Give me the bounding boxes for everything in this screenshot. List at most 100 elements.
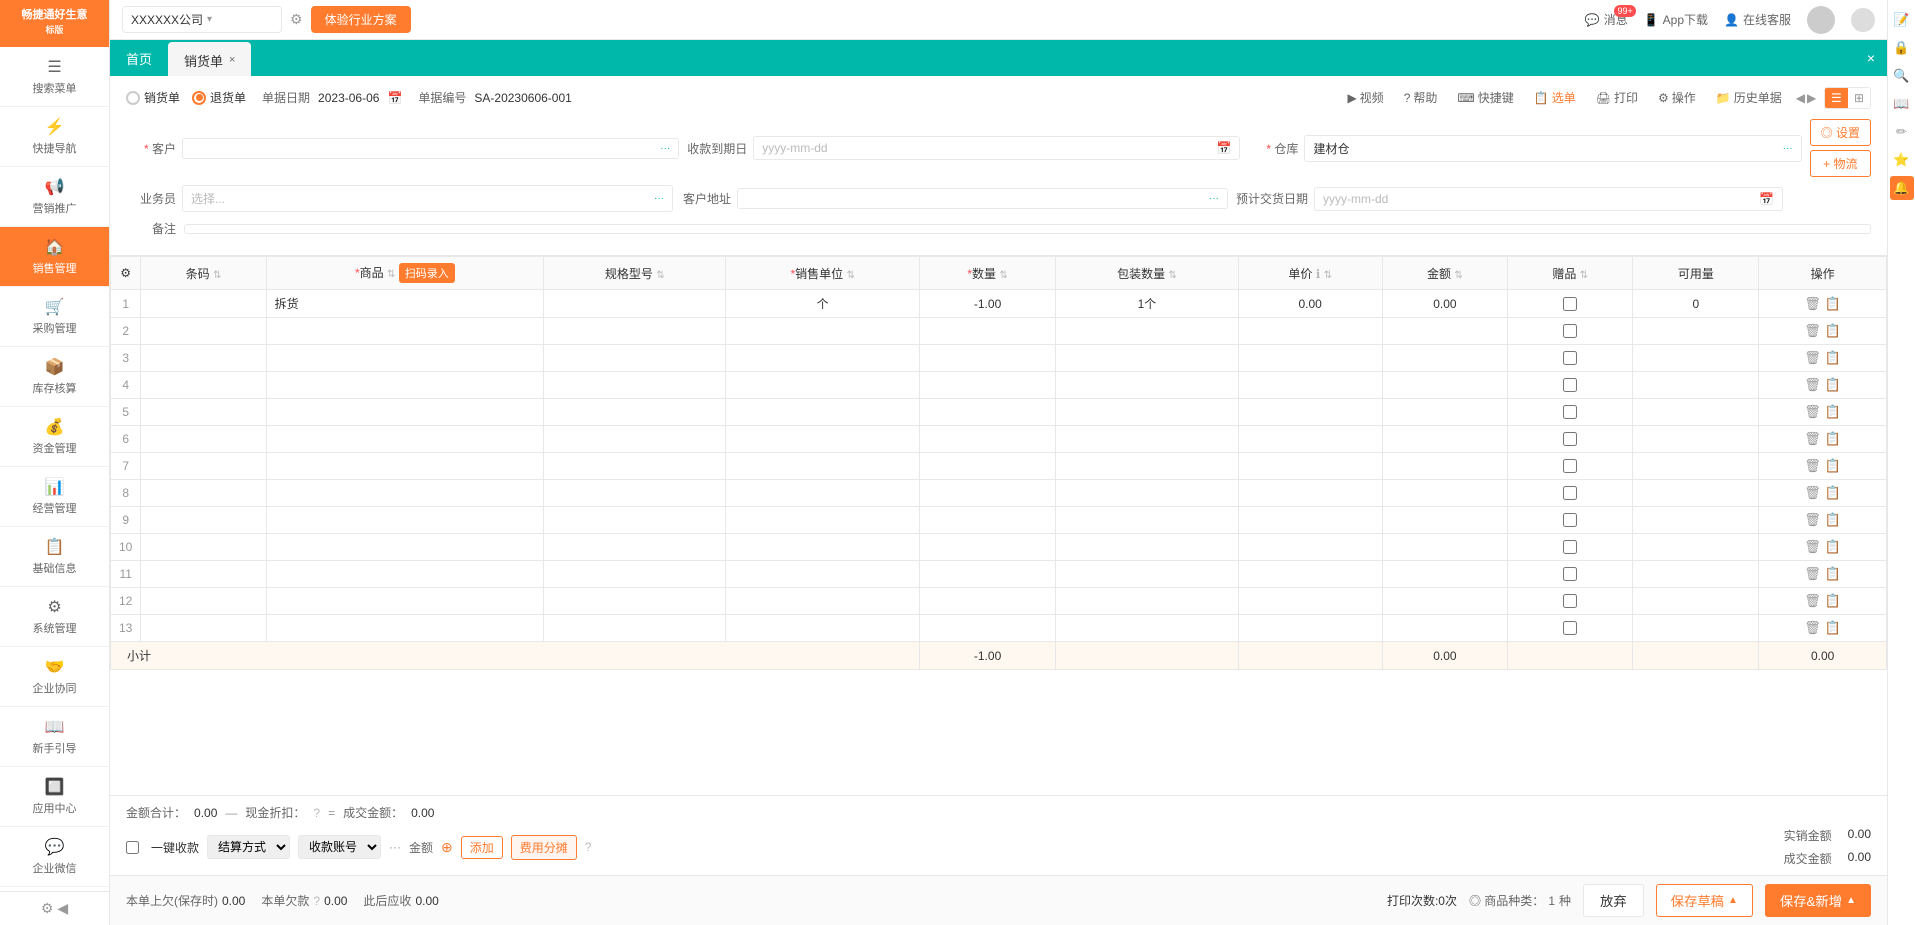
row-product[interactable]: 拆货: [266, 290, 543, 318]
right-panel-book-icon[interactable]: 📖: [1890, 92, 1914, 116]
save-new-button[interactable]: 保存&新增 ▲: [1765, 884, 1871, 917]
row-product[interactable]: [266, 372, 543, 399]
scan-button[interactable]: 扫码录入: [399, 263, 455, 283]
row-barcode[interactable]: [141, 507, 266, 534]
row-qty[interactable]: [919, 534, 1055, 561]
row-barcode[interactable]: [141, 426, 266, 453]
row-amount[interactable]: [1382, 345, 1507, 372]
row-product[interactable]: [266, 561, 543, 588]
row-gift[interactable]: [1508, 480, 1633, 507]
row-gift[interactable]: [1508, 345, 1633, 372]
row-gift[interactable]: [1508, 588, 1633, 615]
row-spec[interactable]: [544, 399, 726, 426]
logistics-button[interactable]: + 物流: [1810, 150, 1871, 177]
row-qty[interactable]: -1.00: [919, 290, 1055, 318]
expense-help-icon[interactable]: ?: [585, 840, 592, 854]
row-copy-icon[interactable]: 📋: [1825, 296, 1841, 312]
avatar[interactable]: [1807, 6, 1835, 34]
right-panel-search-icon[interactable]: 🔍: [1890, 64, 1914, 88]
row-product[interactable]: [266, 318, 543, 345]
arrears-help-icon[interactable]: ?: [313, 894, 320, 908]
row-unit[interactable]: [726, 615, 919, 642]
row-product[interactable]: [266, 426, 543, 453]
row-gift[interactable]: [1508, 318, 1633, 345]
row-copy-icon[interactable]: 📋: [1825, 323, 1841, 339]
row-barcode[interactable]: [141, 345, 266, 372]
row-delete-icon[interactable]: 🗑: [1804, 404, 1821, 420]
expected-date-input[interactable]: yyyy-mm-dd 📅: [1314, 187, 1783, 211]
row-qty[interactable]: [919, 561, 1055, 588]
next-arrow-icon[interactable]: ▶: [1807, 91, 1816, 105]
row-gift[interactable]: [1508, 453, 1633, 480]
row-product[interactable]: [266, 507, 543, 534]
row-delete-icon[interactable]: 🗑: [1804, 566, 1821, 582]
row-unit[interactable]: [726, 534, 919, 561]
row-delete-icon[interactable]: 🗑: [1804, 458, 1821, 474]
save-draft-button[interactable]: 保存草稿 ▲: [1656, 884, 1753, 917]
sort-price-icon[interactable]: ⇅: [1324, 270, 1332, 281]
row-copy-icon[interactable]: 📋: [1825, 593, 1841, 609]
row-qty[interactable]: [919, 480, 1055, 507]
row-spec[interactable]: [544, 290, 726, 318]
customer-input[interactable]: ···: [182, 138, 679, 159]
row-amount[interactable]: [1382, 480, 1507, 507]
row-amount[interactable]: [1382, 372, 1507, 399]
row-price[interactable]: 0.00: [1238, 290, 1382, 318]
row-pack-qty[interactable]: [1056, 480, 1238, 507]
row-pack-qty[interactable]: [1056, 615, 1238, 642]
sidebar-settings-icon[interactable]: ⚙: [41, 900, 54, 917]
row-qty[interactable]: [919, 615, 1055, 642]
row-gift[interactable]: [1508, 290, 1633, 318]
sort-spec-icon[interactable]: ⇅: [656, 270, 664, 281]
row-gift[interactable]: [1508, 372, 1633, 399]
row-price[interactable]: [1238, 399, 1382, 426]
right-panel-lock-icon[interactable]: 🔒: [1890, 36, 1914, 60]
row-copy-icon[interactable]: 📋: [1825, 485, 1841, 501]
row-spec[interactable]: [544, 534, 726, 561]
row-copy-icon[interactable]: 📋: [1825, 431, 1841, 447]
row-spec[interactable]: [544, 561, 726, 588]
action-select[interactable]: 📋 选单: [1528, 86, 1582, 109]
sidebar-item-inventory[interactable]: 📦库存核算: [0, 347, 109, 407]
expense-split-button[interactable]: 费用分摊: [511, 835, 577, 860]
row-amount[interactable]: [1382, 561, 1507, 588]
th-gear[interactable]: ⚙: [111, 257, 141, 290]
row-amount[interactable]: [1382, 507, 1507, 534]
sidebar-item-sales[interactable]: 🏠销售管理: [0, 227, 109, 287]
row-qty[interactable]: [919, 453, 1055, 480]
sort-gift-icon[interactable]: ⇅: [1580, 270, 1588, 281]
sort-unit-icon[interactable]: ⇅: [846, 270, 854, 281]
row-delete-icon[interactable]: 🗑: [1804, 431, 1821, 447]
row-delete-icon[interactable]: 🗑: [1804, 350, 1821, 366]
row-barcode[interactable]: [141, 399, 266, 426]
sidebar-item-marketing[interactable]: 📢营销推广: [0, 167, 109, 227]
row-gift[interactable]: [1508, 534, 1633, 561]
row-pack-qty[interactable]: [1056, 588, 1238, 615]
add-button[interactable]: 添加: [461, 836, 503, 859]
row-spec[interactable]: [544, 426, 726, 453]
row-spec[interactable]: [544, 480, 726, 507]
right-panel-edit-icon[interactable]: 📝: [1890, 8, 1914, 32]
row-unit[interactable]: [726, 480, 919, 507]
action-print[interactable]: 🖨 打印: [1590, 86, 1644, 109]
row-delete-icon[interactable]: 🗑: [1804, 539, 1821, 555]
row-spec[interactable]: [544, 615, 726, 642]
row-barcode[interactable]: [141, 615, 266, 642]
row-product[interactable]: [266, 588, 543, 615]
sidebar-item-basic-info[interactable]: 📋基础信息: [0, 527, 109, 587]
row-price[interactable]: [1238, 480, 1382, 507]
row-barcode[interactable]: [141, 453, 266, 480]
row-price[interactable]: [1238, 588, 1382, 615]
row-delete-icon[interactable]: 🗑: [1804, 593, 1821, 609]
sidebar-item-app-center[interactable]: 🔲应用中心: [0, 767, 109, 827]
row-amount[interactable]: [1382, 399, 1507, 426]
row-product[interactable]: [266, 480, 543, 507]
row-gift[interactable]: [1508, 399, 1633, 426]
row-copy-icon[interactable]: 📋: [1825, 620, 1841, 636]
row-amount[interactable]: [1382, 318, 1507, 345]
tab-bar-close-icon[interactable]: ×: [1867, 50, 1875, 66]
sidebar-item-purchase[interactable]: 🛒采购管理: [0, 287, 109, 347]
row-product[interactable]: [266, 615, 543, 642]
row-gift[interactable]: [1508, 561, 1633, 588]
row-copy-icon[interactable]: 📋: [1825, 377, 1841, 393]
